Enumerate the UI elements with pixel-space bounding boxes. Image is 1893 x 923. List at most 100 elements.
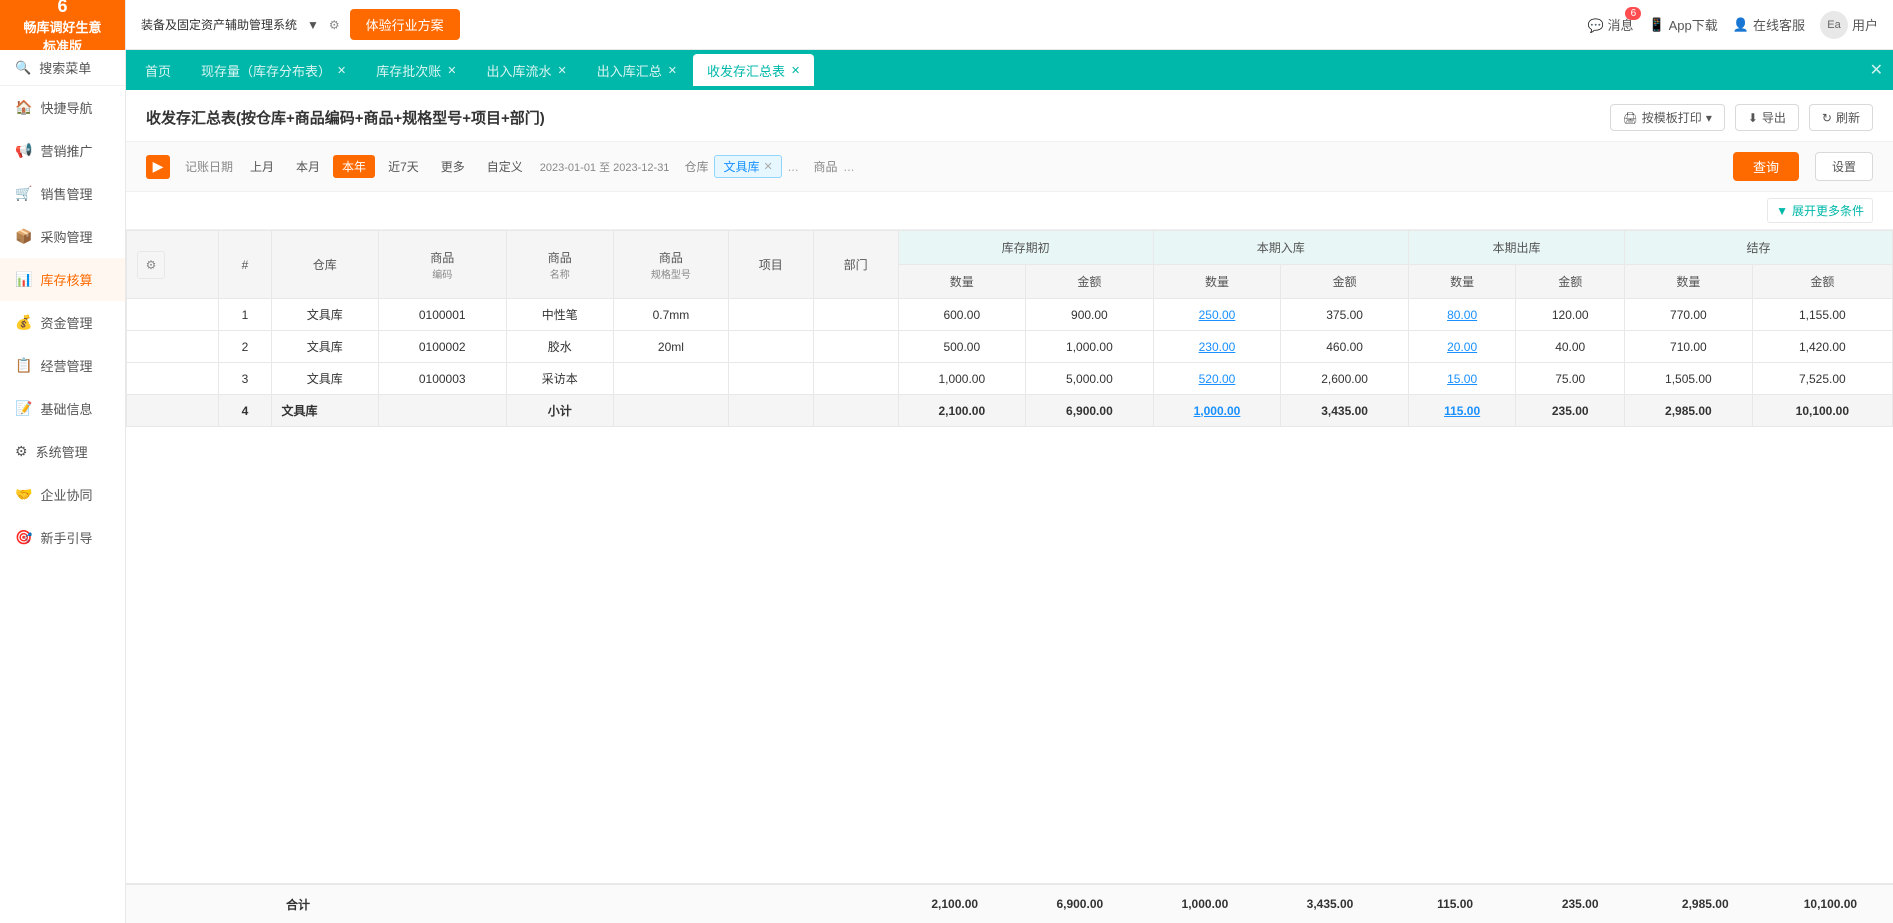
col-out-qty-cell[interactable]: 20.00: [1408, 331, 1515, 363]
col-in-qty-cell[interactable]: 250.00: [1153, 299, 1281, 331]
experience-btn[interactable]: 体验行业方案: [350, 9, 460, 40]
tab-receipt-summary[interactable]: 收发存汇总表 ✕: [693, 54, 814, 86]
filter-collapse-btn[interactable]: ▶: [146, 155, 170, 179]
date-btn-this-month[interactable]: 本月: [287, 155, 329, 178]
export-btn[interactable]: ⬇ 导出: [1735, 104, 1799, 131]
sidebar-item-basic-info[interactable]: 📝 基础信息: [0, 387, 125, 430]
footer-row: 合计 2,100.00 6,900.00 1,000.00 3,435.00 1…: [126, 888, 1893, 921]
col-project-header: 项目: [728, 231, 813, 299]
sidebar-item-purchase[interactable]: 📦 采购管理: [0, 215, 125, 258]
col-in-qty-cell[interactable]: 230.00: [1153, 331, 1281, 363]
gear-icon-topbar[interactable]: ⚙: [329, 18, 340, 32]
col-in-qty-cell[interactable]: 1,000.00: [1153, 395, 1281, 427]
footer-in-amt: 3,435.00: [1267, 888, 1392, 921]
content-area: 收发存汇总表(按仓库+商品编码+商品+规格型号+项目+部门) 🖨 按模板打印 ▾…: [126, 90, 1893, 923]
system-icon: ⚙: [15, 443, 28, 460]
footer-out-amt: 235.00: [1518, 888, 1643, 921]
col-out-qty-header: 数量: [1408, 265, 1515, 299]
main-content: 装备及固定资产辅助管理系统 ▼ ⚙ 体验行业方案 💬 6 消息 📱 App下载 …: [126, 0, 1893, 923]
col-no-cell: 3: [219, 363, 271, 395]
footer-empty4: [486, 888, 611, 921]
date-btn-this-year[interactable]: 本年: [333, 155, 375, 178]
col-gear-cell: [127, 363, 219, 395]
print-icon: 🖨: [1623, 111, 1638, 125]
col-spec-cell: [613, 395, 728, 427]
basic-info-icon: 📝: [15, 400, 32, 417]
date-filter-group: 记账日期 上月 本月 本年 近7天 更多 自定义 2023-01-01 至 20…: [185, 155, 669, 178]
page-actions: 🖨 按模板打印 ▾ ⬇ 导出 ↻ 刷新: [1610, 104, 1873, 131]
sidebar-item-operations[interactable]: 📋 经营管理: [0, 344, 125, 387]
service-icon: 👤: [1733, 17, 1749, 33]
column-settings-btn[interactable]: ⚙: [137, 251, 165, 279]
col-name-cell: 小计: [506, 395, 613, 427]
sidebar-item-system[interactable]: ⚙ 系统管理: [0, 430, 125, 473]
tab-batch[interactable]: 库存批次账 ✕: [362, 54, 470, 86]
sidebar-item-enterprise[interactable]: 🤝 企业协同: [0, 473, 125, 516]
col-dept-cell: [813, 331, 898, 363]
sidebar-item-label: 新手引导: [40, 528, 92, 547]
tab-close-icon[interactable]: ✕: [791, 64, 800, 77]
refresh-icon: ↻: [1822, 111, 1832, 125]
app-logo: 6 畅库调好生意 标准版: [0, 0, 125, 50]
warehouse-tag-close-icon[interactable]: ✕: [763, 160, 772, 173]
sidebar-item-marketing[interactable]: 📢 营销推广: [0, 129, 125, 172]
col-open-qty-header: 数量: [898, 265, 1026, 299]
user-menu[interactable]: Ea 用户: [1820, 11, 1878, 39]
date-btn-custom[interactable]: 自定义: [478, 155, 532, 178]
col-gear[interactable]: ⚙: [127, 231, 219, 299]
tab-home[interactable]: 首页: [131, 54, 185, 86]
footer-open-amt: 6,900.00: [1017, 888, 1142, 921]
table-body: 1文具库0100001中性笔0.7mm600.00900.00250.00375…: [127, 299, 1893, 427]
settings-btn[interactable]: 设置: [1815, 152, 1873, 181]
system-dropdown[interactable]: ▼: [307, 18, 319, 32]
col-out-qty-cell[interactable]: 15.00: [1408, 363, 1515, 395]
tab-close-icon[interactable]: ✕: [447, 64, 456, 77]
col-opening-header: 库存期初: [898, 231, 1153, 265]
tab-close-icon[interactable]: ✕: [558, 64, 567, 77]
messages-label: 消息: [1607, 18, 1633, 33]
sidebar-item-quick-nav[interactable]: 🏠 快捷导航: [0, 86, 125, 129]
tab-inventory-dist[interactable]: 现存量（库存分布表） ✕: [187, 54, 360, 86]
marketing-icon: 📢: [15, 142, 32, 159]
col-out-qty-cell[interactable]: 80.00: [1408, 299, 1515, 331]
table-footer: 合计 2,100.00 6,900.00 1,000.00 3,435.00 1…: [126, 883, 1893, 923]
export-icon: ⬇: [1748, 111, 1758, 125]
print-btn[interactable]: 🖨 按模板打印 ▾: [1610, 104, 1725, 131]
app-download-btn[interactable]: 📱 App下载: [1648, 15, 1717, 34]
col-in-qty-cell[interactable]: 520.00: [1153, 363, 1281, 395]
sidebar-item-search[interactable]: 🔍 搜索菜单: [0, 50, 125, 86]
col-out-qty-cell[interactable]: 115.00: [1408, 395, 1515, 427]
tab-label: 出入库汇总: [597, 61, 662, 80]
purchase-icon: 📦: [15, 228, 32, 245]
date-btn-more[interactable]: 更多: [432, 155, 474, 178]
col-no-cell: 4: [219, 395, 271, 427]
tab-inout-flow[interactable]: 出入库流水 ✕: [472, 54, 580, 86]
tab-label: 现存量（库存分布表）: [201, 61, 331, 80]
tab-inout-summary[interactable]: 出入库汇总 ✕: [583, 54, 691, 86]
logo-icon: 6: [57, 0, 67, 17]
refresh-btn[interactable]: ↻ 刷新: [1809, 104, 1873, 131]
tab-label: 首页: [145, 61, 171, 80]
data-table: ⚙ # 仓库 商品编码 商品名称 商品规格型号 项目 部门 库存期初 本期入库 …: [126, 230, 1893, 427]
warehouse-tag[interactable]: 文具库 ✕: [714, 155, 781, 178]
messages-btn[interactable]: 💬 6 消息: [1588, 15, 1634, 34]
query-btn[interactable]: 查询: [1733, 152, 1799, 181]
sidebar-item-inventory[interactable]: 📊 库存核算: [0, 258, 125, 301]
date-btn-last-month[interactable]: 上月: [241, 155, 283, 178]
sidebar-item-guide[interactable]: 🎯 新手引导: [0, 516, 125, 559]
date-btn-7days[interactable]: 近7天: [379, 155, 428, 178]
sidebar-item-label: 经营管理: [40, 356, 92, 375]
warehouse-more-btn[interactable]: ...: [788, 159, 799, 174]
online-service-btn[interactable]: 👤 在线客服: [1733, 15, 1805, 34]
topbar-left: 装备及固定资产辅助管理系统 ▼ ⚙ 体验行业方案: [141, 9, 460, 40]
tab-close-icon[interactable]: ✕: [337, 64, 346, 77]
goods-more-btn[interactable]: ...: [844, 159, 855, 174]
expand-conditions-btn[interactable]: ▼ 展开更多条件: [1767, 198, 1873, 223]
table-header-row1: ⚙ # 仓库 商品编码 商品名称 商品规格型号 项目 部门 库存期初 本期入库 …: [127, 231, 1893, 265]
table-row: 4文具库小计2,100.006,900.001,000.003,435.0011…: [127, 395, 1893, 427]
tab-bar-close-icon[interactable]: ✕: [1870, 60, 1883, 80]
tab-close-icon[interactable]: ✕: [668, 64, 677, 77]
sidebar-item-sales[interactable]: 🛒 销售管理: [0, 172, 125, 215]
sidebar-item-finance[interactable]: 💰 资金管理: [0, 301, 125, 344]
topbar: 装备及固定资产辅助管理系统 ▼ ⚙ 体验行业方案 💬 6 消息 📱 App下载 …: [126, 0, 1893, 50]
